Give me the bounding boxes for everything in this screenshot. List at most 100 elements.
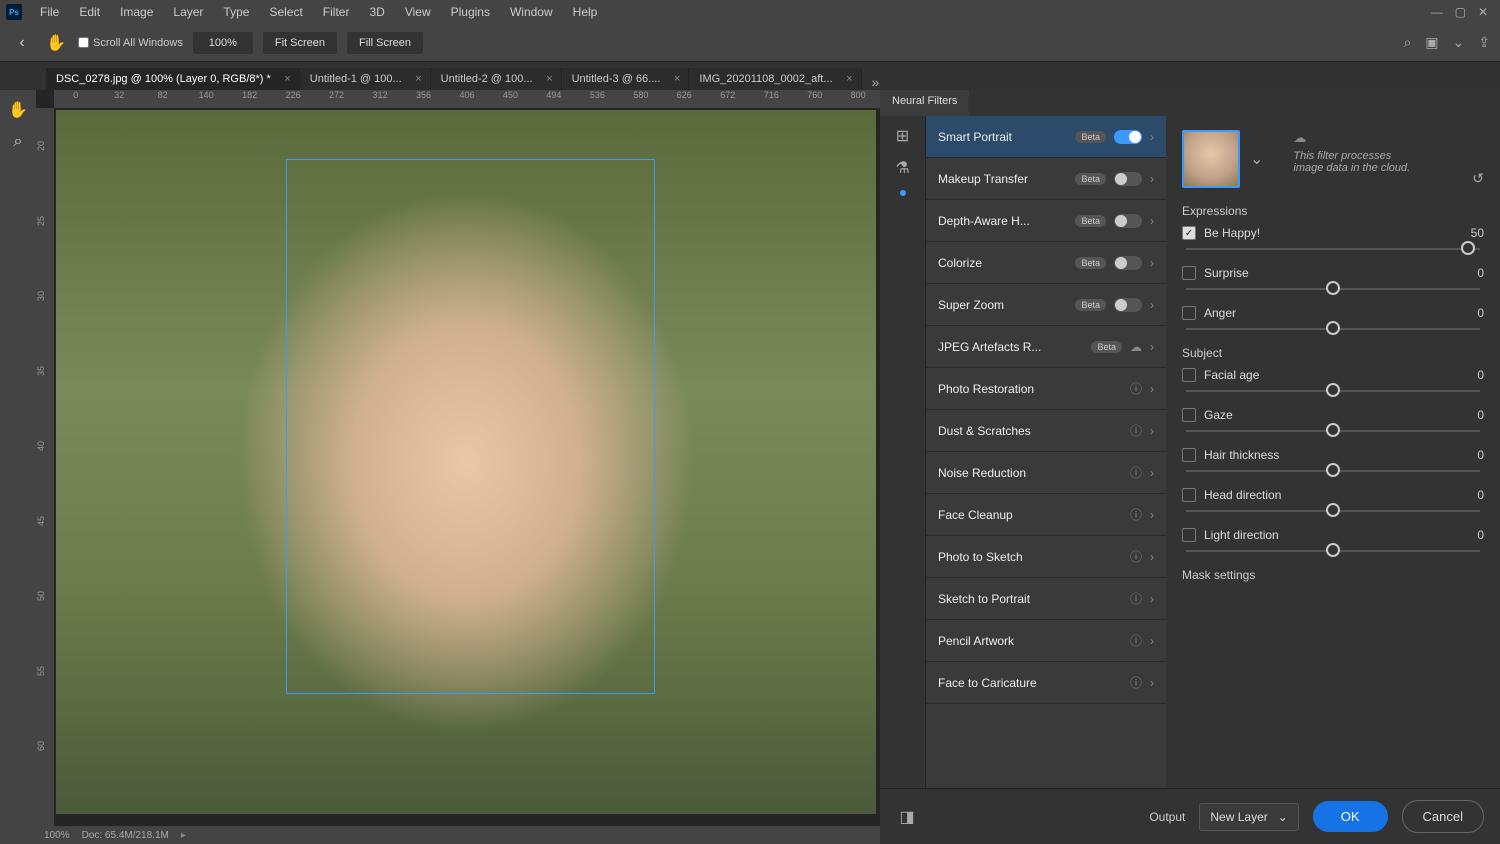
workspace-icon[interactable]: ▣	[1425, 34, 1438, 51]
slider-checkbox[interactable]	[1182, 448, 1196, 462]
reset-icon[interactable]: ↺	[1472, 170, 1484, 187]
scroll-all-windows-checkbox[interactable]: Scroll All Windows	[78, 37, 183, 49]
slider-checkbox[interactable]	[1182, 528, 1196, 542]
menu-edit[interactable]: Edit	[69, 5, 110, 19]
search-icon[interactable]: ⌕	[1403, 34, 1411, 51]
slider-thumb[interactable]	[1326, 463, 1340, 477]
filter-item[interactable]: Face to Caricatureⓘ›	[926, 662, 1166, 704]
panel-tab-neural-filters[interactable]: Neural Filters	[880, 90, 969, 116]
info-icon[interactable]: ⓘ	[1130, 422, 1142, 439]
info-icon[interactable]: ⓘ	[1130, 548, 1142, 565]
filter-item[interactable]: Photo Restorationⓘ›	[926, 368, 1166, 410]
menu-type[interactable]: Type	[213, 5, 259, 19]
filter-item[interactable]: Super ZoomBeta›	[926, 284, 1166, 326]
filter-item[interactable]: Sketch to Portraitⓘ›	[926, 578, 1166, 620]
face-select-chevron-icon[interactable]: ⌄	[1250, 149, 1263, 169]
cloud-download-icon[interactable]: ☁	[1130, 340, 1142, 354]
slider-thumb[interactable]	[1461, 241, 1475, 255]
tab-close-icon[interactable]: ×	[415, 73, 421, 85]
info-icon[interactable]: ⓘ	[1130, 590, 1142, 607]
slider-checkbox[interactable]	[1182, 306, 1196, 320]
slider-checkbox[interactable]	[1182, 408, 1196, 422]
back-button[interactable]: ‹	[10, 31, 34, 55]
slider-track[interactable]	[1186, 470, 1480, 472]
fill-screen-button[interactable]: Fill Screen	[347, 32, 423, 54]
slider-track[interactable]	[1186, 430, 1480, 432]
tab-close-icon[interactable]: ×	[674, 73, 680, 85]
menu-file[interactable]: File	[30, 5, 69, 19]
menu-window[interactable]: Window	[500, 5, 563, 19]
info-icon[interactable]: ⓘ	[1130, 674, 1142, 691]
document-tab[interactable]: Untitled-2 @ 100...×	[431, 68, 562, 90]
beta-category-icon[interactable]: ⚗	[893, 158, 913, 178]
slider-thumb[interactable]	[1326, 383, 1340, 397]
menu-select[interactable]: Select	[259, 5, 312, 19]
slider-track[interactable]	[1186, 550, 1480, 552]
tab-close-icon[interactable]: ×	[284, 73, 290, 85]
tab-close-icon[interactable]: ×	[546, 73, 552, 85]
filter-item[interactable]: Depth-Aware H...Beta›	[926, 200, 1166, 242]
document-tab[interactable]: Untitled-3 @ 66....×	[562, 68, 690, 90]
info-icon[interactable]: ⓘ	[1130, 632, 1142, 649]
document-tab[interactable]: Untitled-1 @ 100...×	[300, 68, 431, 90]
slider-track[interactable]	[1186, 288, 1480, 290]
slider-track[interactable]	[1186, 390, 1480, 392]
slider-thumb[interactable]	[1326, 423, 1340, 437]
filter-item[interactable]: Photo to Sketchⓘ›	[926, 536, 1166, 578]
tab-close-icon[interactable]: ×	[846, 73, 852, 85]
filter-item[interactable]: Smart PortraitBeta›	[926, 116, 1166, 158]
canvas[interactable]	[56, 110, 876, 814]
info-icon[interactable]: ⓘ	[1130, 464, 1142, 481]
filter-item[interactable]: JPEG Artefacts R...Beta☁›	[926, 326, 1166, 368]
menu-layer[interactable]: Layer	[163, 5, 213, 19]
hand-tool[interactable]: ✋	[4, 96, 32, 124]
filter-item[interactable]: Noise Reductionⓘ›	[926, 452, 1166, 494]
close-icon[interactable]: ✕	[1478, 5, 1488, 19]
slider-checkbox[interactable]	[1182, 226, 1196, 240]
filter-item[interactable]: Pencil Artworkⓘ›	[926, 620, 1166, 662]
slider-thumb[interactable]	[1326, 503, 1340, 517]
zoom-tool[interactable]: ⌕	[4, 128, 32, 156]
menu-view[interactable]: View	[395, 5, 441, 19]
document-tab[interactable]: IMG_20201108_0002_aft...×	[689, 68, 861, 90]
zoom-input[interactable]	[193, 32, 253, 54]
maximize-icon[interactable]: ▢	[1455, 5, 1466, 19]
filter-item[interactable]: ColorizeBeta›	[926, 242, 1166, 284]
slider-thumb[interactable]	[1326, 281, 1340, 295]
ok-button[interactable]: OK	[1313, 801, 1388, 832]
slider-checkbox[interactable]	[1182, 368, 1196, 382]
face-thumbnail[interactable]	[1182, 130, 1240, 188]
slider-track[interactable]	[1186, 328, 1480, 330]
document-tab[interactable]: DSC_0278.jpg @ 100% (Layer 0, RGB/8*) *×	[46, 68, 300, 90]
slider-thumb[interactable]	[1326, 543, 1340, 557]
slider-track[interactable]	[1186, 510, 1480, 512]
chevron-down-icon[interactable]: ⌄	[1453, 34, 1465, 51]
cancel-button[interactable]: Cancel	[1402, 800, 1484, 833]
info-icon[interactable]: ⓘ	[1130, 380, 1142, 397]
preview-mode-icon[interactable]: ◨	[896, 806, 918, 828]
featured-category-icon[interactable]: ⊞	[893, 126, 913, 146]
output-select[interactable]: New Layer	[1199, 803, 1298, 831]
slider-track[interactable]	[1186, 248, 1480, 250]
slider-thumb[interactable]	[1326, 321, 1340, 335]
menu-3d[interactable]: 3D	[359, 5, 394, 19]
menu-filter[interactable]: Filter	[313, 5, 360, 19]
filter-item[interactable]: Makeup TransferBeta›	[926, 158, 1166, 200]
filter-toggle[interactable]	[1114, 256, 1142, 270]
slider-checkbox[interactable]	[1182, 488, 1196, 502]
menu-help[interactable]: Help	[563, 5, 608, 19]
info-icon[interactable]: ⓘ	[1130, 506, 1142, 523]
share-icon[interactable]: ⇪	[1478, 34, 1490, 51]
menu-image[interactable]: Image	[110, 5, 163, 19]
fit-screen-button[interactable]: Fit Screen	[263, 32, 337, 54]
filter-item[interactable]: Face Cleanupⓘ›	[926, 494, 1166, 536]
filter-item[interactable]: Dust & Scratchesⓘ›	[926, 410, 1166, 452]
filter-toggle[interactable]	[1114, 130, 1142, 144]
hand-tool-icon[interactable]: ✋	[44, 31, 68, 55]
filter-toggle[interactable]	[1114, 172, 1142, 186]
menu-plugins[interactable]: Plugins	[441, 5, 500, 19]
slider-checkbox[interactable]	[1182, 266, 1196, 280]
filter-toggle[interactable]	[1114, 298, 1142, 312]
filter-toggle[interactable]	[1114, 214, 1142, 228]
minimize-icon[interactable]: —	[1431, 5, 1443, 19]
